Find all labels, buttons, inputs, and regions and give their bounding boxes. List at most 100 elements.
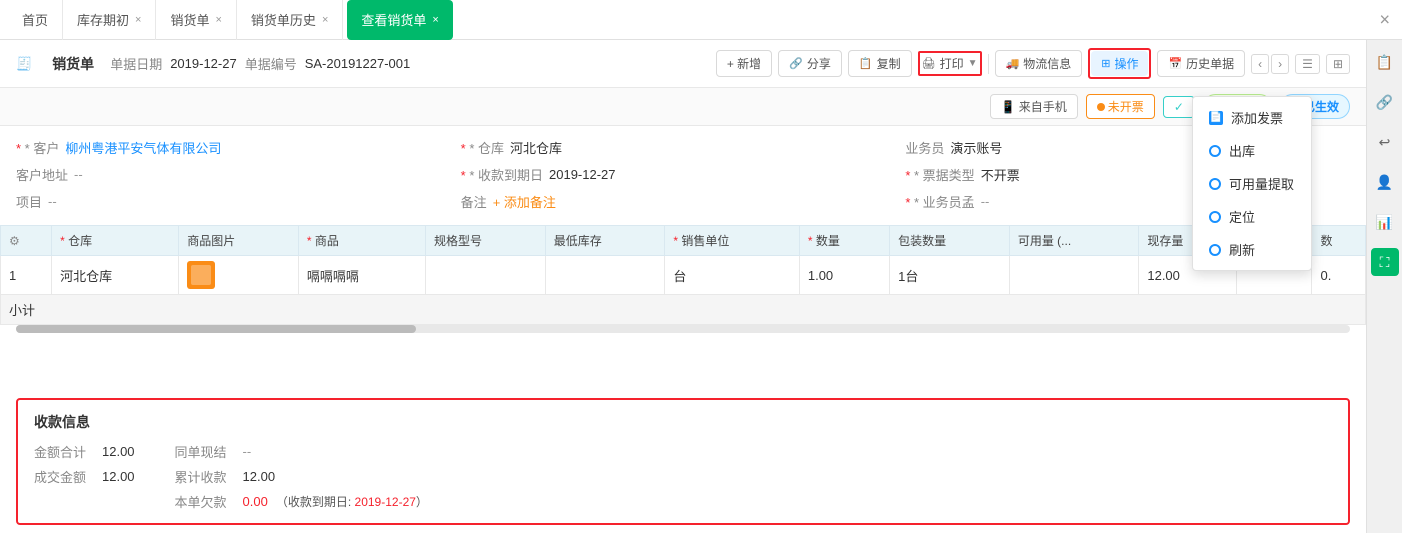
outbound-icon [1209,145,1221,157]
dropdown-locate[interactable]: 定位 [1193,200,1311,233]
customer-value[interactable]: 柳州粤港平安气体有限公司 [65,138,221,157]
sidebar-icon-document[interactable]: 📋 [1371,48,1399,76]
doc-number-value: SA-20191227-001 [305,56,411,71]
project-field: 项目 -- [16,192,461,211]
doc-header: 🧾 销货单 单据日期 2019-12-27 单据编号 SA-20191227-0… [0,40,1366,88]
dropdown-add-invoice[interactable]: 📄 添加发票 [1193,101,1311,134]
summary-accumulated-value: 12.00 [243,469,276,484]
doc-date-value: 2019-12-27 [170,56,237,71]
col-quantity: 数量 [799,226,889,256]
doc-type-label: 销货单 [52,54,94,74]
col-spec: 规格型号 [425,226,545,256]
tab-close-sales[interactable]: × [215,14,221,26]
sidebar-icon-link[interactable]: 🔗 [1371,88,1399,116]
right-sidebar: 📋 🔗 ↩ 👤 📊 ⛶ [1366,40,1402,533]
summary-total-label: 金额合计 [34,442,94,461]
dropdown-refresh[interactable]: 刷新 [1193,233,1311,266]
nav-prev[interactable]: ‹ [1251,54,1269,74]
logistics-button[interactable]: 🚚 物流信息 [995,50,1083,77]
dropdown-outbound[interactable]: 出库 [1193,134,1311,167]
tab-close-inventory[interactable]: × [135,14,141,26]
summary-deal-amount: 成交金额 12.00 [34,467,135,486]
address-field: 客户地址 -- [16,165,461,184]
payment-date-label: * 收款到期日 [461,165,543,184]
sidebar-icon-expand[interactable]: ⛶ [1371,248,1399,276]
cell-amount: 0. [1312,256,1366,295]
copy-button[interactable]: 📋 复制 [848,50,912,77]
tab-inventory-init[interactable]: 库存期初 × [63,0,156,40]
cell-pack-qty: 1台 [890,256,1010,295]
col-sales-unit: 销售单位 [665,226,799,256]
col-available: 可用量 (... [1009,226,1139,256]
tab-bar: 首页 库存期初 × 销货单 × 销货单历史 × 查看销货单 × × [0,0,1402,40]
dropdown-available-extract[interactable]: 可用量提取 [1193,167,1311,200]
subtotal-row: 小计 [1,295,1366,325]
col-product: 商品 [298,226,425,256]
doc-type-icon: 🧾 [16,56,32,72]
print-button[interactable]: 🖨 打印 ▼ [918,51,982,76]
not-open-button[interactable]: 未开票 [1086,94,1155,119]
data-table: ⚙ 仓库 商品图片 商品 规格型号 最低库存 销售单位 数量 包装数量 可用量 … [0,225,1366,325]
cell-min-stock [545,256,665,295]
horizontal-scrollbar[interactable] [16,325,1350,333]
address-label: 客户地址 [16,165,68,184]
sidebar-icon-chart[interactable]: 📊 [1371,208,1399,236]
payment-date-field: * 收款到期日 2019-12-27 [461,165,906,184]
col-pack-qty: 包装数量 [890,226,1010,256]
col-amount: 数 [1312,226,1366,256]
sidebar-icon-return[interactable]: ↩ [1371,128,1399,156]
project-value: -- [48,194,57,209]
cell-spec [425,256,545,295]
tab-close-view[interactable]: × [432,14,438,26]
warehouse-value: 河北仓库 [510,138,562,157]
project-label: 项目 [16,192,42,211]
mobile-button[interactable]: 📱 来自手机 [990,94,1078,119]
toolbar-right: + 新增 🔗 分享 📋 复制 🖨 打印 ▼ 🚚 物 [716,48,1350,79]
add-invoice-icon: 📄 [1209,111,1223,125]
ops-button[interactable]: ⊞ 操作 [1091,51,1148,76]
summary-accumulated: 累计收款 12.00 [175,467,428,486]
ticket-type-value: 不开票 [981,165,1020,184]
doc-number-label: 单据编号 [245,54,297,73]
window-close-button[interactable]: × [1379,9,1390,30]
cell-product-img [179,256,299,295]
summary-deal-value: 12.00 [102,469,135,484]
summary-due-amount: 本单欠款 0.00 （收款到期日: 2019-12-27） [175,492,428,511]
refresh-icon [1209,244,1221,256]
summary-section: 收款信息 金额合计 12.00 成交金额 12.00 同单现结 -- [16,398,1350,525]
doc-meta: 单据日期 2019-12-27 单据编号 SA-20191227-001 [110,54,410,73]
cell-sales-unit: 台 [665,256,799,295]
product-image [187,261,215,289]
sub-toolbar: 📱 来自手机 未开票 ✓ ✓ 已核销 ✓ 已生效 [0,88,1366,126]
address-value: -- [74,167,83,182]
sidebar-icon-user[interactable]: 👤 [1371,168,1399,196]
tab-close-history[interactable]: × [322,14,328,26]
payment-date-value: 2019-12-27 [549,167,616,182]
share-button[interactable]: 🔗 分享 [778,50,842,77]
tab-home[interactable]: 首页 [8,0,63,40]
col-settings[interactable]: ⚙ [1,226,52,256]
cell-available [1009,256,1139,295]
locate-icon [1209,211,1221,223]
history-button[interactable]: 📅 历史单据 [1157,50,1245,77]
nav-next[interactable]: › [1271,54,1289,74]
new-button[interactable]: + 新增 [716,50,772,77]
summary-total-value: 12.00 [102,444,135,459]
summary-title: 收款信息 [34,412,1332,432]
tab-sales-order[interactable]: 销货单 × [156,0,236,40]
summary-accumulated-label: 累计收款 [175,467,235,486]
confirm-button[interactable]: ✓ [1163,96,1195,118]
tab-view-sales[interactable]: 查看销货单 × [347,0,452,40]
note-field: 备注 添加备注 [461,192,906,211]
customer-label: * 客户 [16,138,59,157]
nav-arrows: ‹ › [1251,54,1289,74]
add-note-button[interactable]: 添加备注 [493,192,556,211]
view-toggle-list[interactable]: ☰ [1295,54,1320,74]
tab-sales-history[interactable]: 销货单历史 × [237,0,343,40]
note-label: 备注 [461,192,487,211]
ticket-type-label: * 票据类型 [905,165,974,184]
col-min-stock: 最低库存 [545,226,665,256]
view-toggle-grid[interactable]: ⊞ [1326,54,1350,74]
cell-product: 嗝嗝嗝嗝 [298,256,425,295]
toolbar-separator [988,54,989,74]
